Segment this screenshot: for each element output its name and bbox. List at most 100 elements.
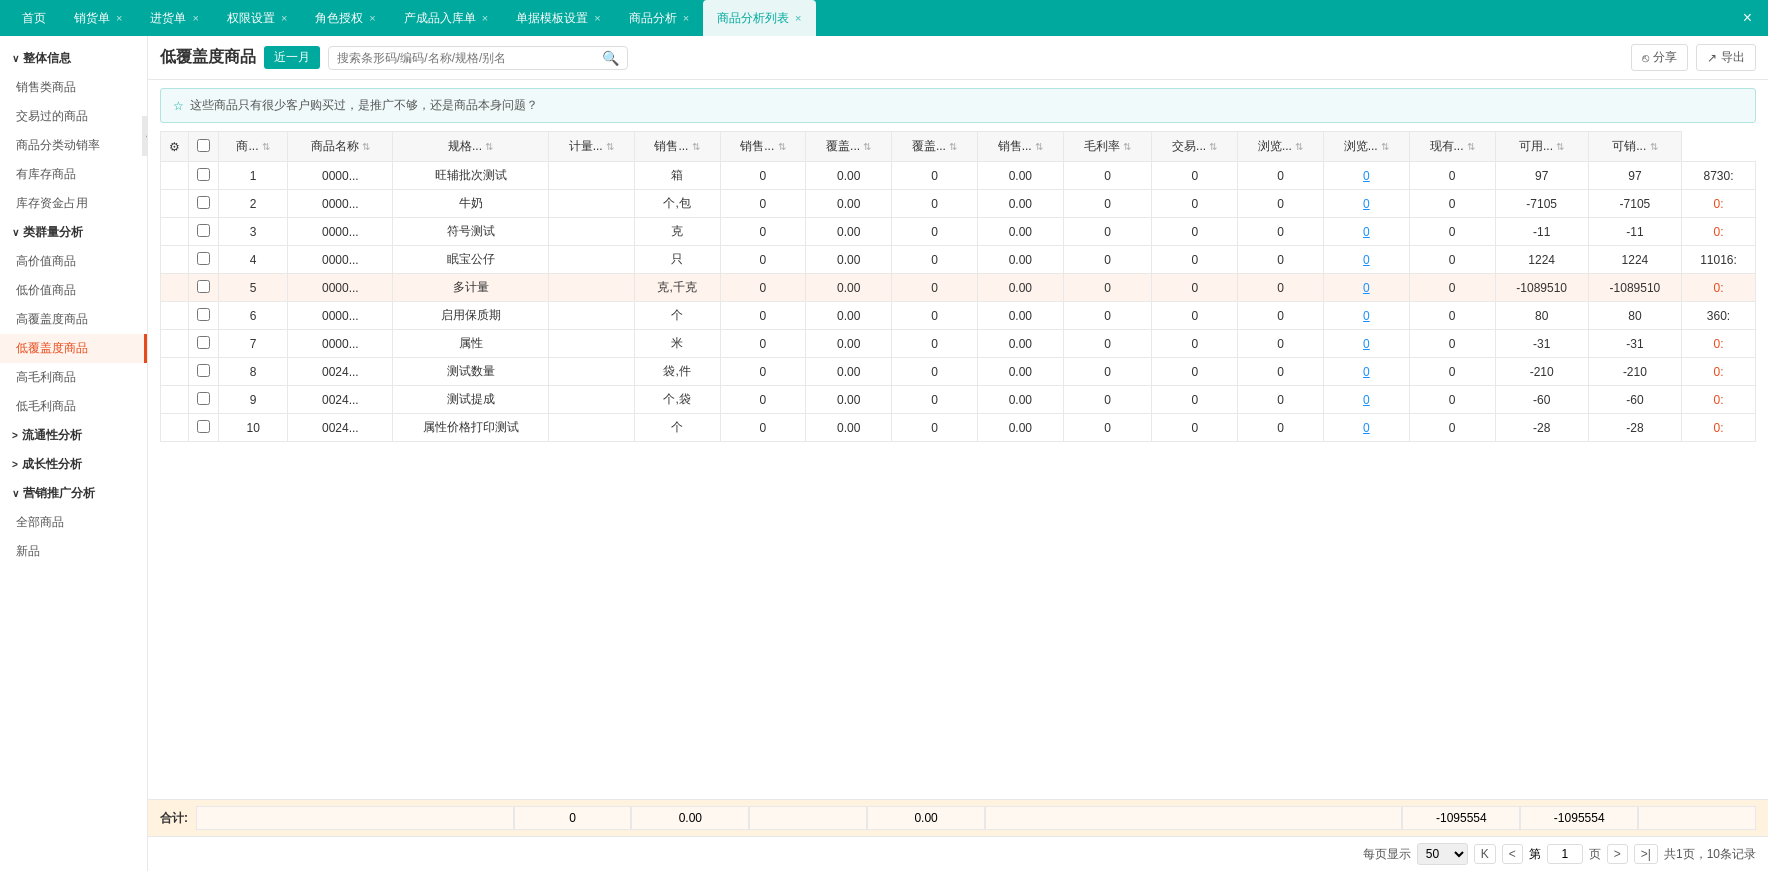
time-filter-button[interactable]: 近一月 xyxy=(264,46,320,69)
row-checkbox[interactable] xyxy=(197,392,210,405)
nav-sales[interactable]: 销货单 × xyxy=(60,0,136,36)
nav-product-inbound-close[interactable]: × xyxy=(482,12,488,24)
sidebar-toggle[interactable]: « xyxy=(142,116,148,156)
last-page-button[interactable]: >| xyxy=(1634,844,1658,864)
nav-product-analysis-list-close[interactable]: × xyxy=(795,12,801,24)
sidebar-item-low-coverage[interactable]: 低覆盖度商品 xyxy=(0,334,147,363)
col-cover2[interactable]: 覆盖... ⇅ xyxy=(892,132,978,162)
row-checkbox[interactable] xyxy=(197,252,210,265)
row-checkbox[interactable] xyxy=(197,336,210,349)
select-all-checkbox[interactable] xyxy=(197,139,210,152)
sidebar-item-stock-capital[interactable]: 库存资金占用 xyxy=(0,189,147,218)
table-row: 50000...多计量克,千克00.0000.0000000-1089510-1… xyxy=(161,274,1756,302)
col-browse2[interactable]: 浏览... ⇅ xyxy=(1323,132,1409,162)
sidebar-group-overall[interactable]: ∨ 整体信息 xyxy=(0,44,147,73)
nav-product-inbound[interactable]: 产成品入库单 × xyxy=(390,0,502,36)
totals-cells: 0 0.00 0.00 -1095554 -1095554 xyxy=(196,806,1756,830)
sidebar-item-all-products[interactable]: 全部商品 xyxy=(0,508,147,537)
collapse-icon-overall: ∨ xyxy=(12,53,19,64)
settings-header[interactable]: ⚙ xyxy=(161,132,189,162)
row-checkbox[interactable] xyxy=(197,280,210,293)
nav-role-auth-close[interactable]: × xyxy=(369,12,375,24)
col-unit[interactable]: 计量... ⇅ xyxy=(548,132,634,162)
search-icon[interactable]: 🔍 xyxy=(602,50,619,66)
search-input[interactable] xyxy=(337,51,602,65)
col-current-stock[interactable]: 现有... ⇅ xyxy=(1409,132,1495,162)
collapse-icon-circulation: > xyxy=(12,430,18,441)
nav-close-all[interactable]: × xyxy=(1735,9,1760,27)
table-row: 30000...符号测试克00.0000.0000000-11-110: xyxy=(161,218,1756,246)
row-checkbox[interactable] xyxy=(197,196,210,209)
col-spec[interactable]: 规格... ⇅ xyxy=(393,132,549,162)
nav-product-analysis-close[interactable]: × xyxy=(683,12,689,24)
col-gross-margin[interactable]: 毛利率 ⇅ xyxy=(1063,132,1152,162)
col-name[interactable]: 商品名称 ⇅ xyxy=(288,132,393,162)
row-checkbox[interactable] xyxy=(197,168,210,181)
next-page-button[interactable]: > xyxy=(1607,844,1628,864)
table-wrapper[interactable]: ⚙ 商... ⇅ 商品名称 ⇅ 规格... ⇅ 计量... ⇅ 销售... ⇅ … xyxy=(148,131,1768,799)
row-checkbox[interactable] xyxy=(197,224,210,237)
page-size-select[interactable]: 50 20 100 xyxy=(1417,843,1468,865)
row-checkbox[interactable] xyxy=(197,308,210,321)
totals-saleable xyxy=(1638,806,1756,830)
sidebar-item-low-margin[interactable]: 低毛利商品 xyxy=(0,392,147,421)
content-area: 低覆盖度商品 近一月 🔍 ⎋ 分享 ↗ 导出 ☆ 这些商品只有很少客户购买过，是… xyxy=(148,36,1768,871)
sidebar-group-marketing[interactable]: ∨ 营销推广分析 xyxy=(0,479,147,508)
first-page-button[interactable]: K xyxy=(1474,844,1496,864)
sidebar-item-low-value[interactable]: 低价值商品 xyxy=(0,276,147,305)
page-size-label: 每页显示 xyxy=(1363,846,1411,863)
totals-available-stock: -1095554 xyxy=(1520,806,1638,830)
page-label: 第 xyxy=(1529,846,1541,863)
col-cover1[interactable]: 覆盖... ⇅ xyxy=(806,132,892,162)
col-browse1[interactable]: 浏览... ⇅ xyxy=(1238,132,1324,162)
table-row: 60000...启用保质期个00.0000.00000008080360: xyxy=(161,302,1756,330)
row-checkbox[interactable] xyxy=(197,364,210,377)
checkbox-header[interactable] xyxy=(189,132,219,162)
col-sales3[interactable]: 销售... ⇅ xyxy=(977,132,1063,162)
sidebar-item-new-products[interactable]: 新品 xyxy=(0,537,147,566)
collapse-icon-marketing: ∨ xyxy=(12,488,19,499)
sidebar-item-in-stock[interactable]: 有库存商品 xyxy=(0,160,147,189)
nav-product-analysis-list[interactable]: 商品分析列表 × xyxy=(703,0,815,36)
sidebar-item-traded-products[interactable]: 交易过的商品 xyxy=(0,102,147,131)
row-checkbox[interactable] xyxy=(197,420,210,433)
totals-spacer1 xyxy=(196,806,514,830)
table-row: 90024...测试提成个,袋00.0000.0000000-60-600: xyxy=(161,386,1756,414)
nav-template-settings-close[interactable]: × xyxy=(594,12,600,24)
sidebar-item-sales-products[interactable]: 销售类商品 xyxy=(0,73,147,102)
sidebar-group-growth[interactable]: > 成长性分析 xyxy=(0,450,147,479)
prev-page-button[interactable]: < xyxy=(1502,844,1523,864)
sidebar-group-cluster[interactable]: ∨ 类群量分析 xyxy=(0,218,147,247)
nav-permissions-close[interactable]: × xyxy=(281,12,287,24)
share-button[interactable]: ⎋ 分享 xyxy=(1631,44,1688,71)
sidebar-item-high-value[interactable]: 高价值商品 xyxy=(0,247,147,276)
collapse-icon-cluster: ∨ xyxy=(12,227,19,238)
nav-product-analysis[interactable]: 商品分析 × xyxy=(615,0,703,36)
nav-permissions[interactable]: 权限设置 × xyxy=(213,0,301,36)
col-code[interactable]: 商... ⇅ xyxy=(219,132,288,162)
nav-purchase-close[interactable]: × xyxy=(192,12,198,24)
total-records-info: 共1页，10条记录 xyxy=(1664,846,1756,863)
col-saleable[interactable]: 可销... ⇅ xyxy=(1588,132,1681,162)
nav-sales-close[interactable]: × xyxy=(116,12,122,24)
sidebar-item-high-margin[interactable]: 高毛利商品 xyxy=(0,363,147,392)
nav-home[interactable]: 首页 xyxy=(8,0,60,36)
nav-template-settings[interactable]: 单据模板设置 × xyxy=(502,0,614,36)
export-icon: ↗ xyxy=(1707,51,1717,65)
col-available-stock[interactable]: 可用... ⇅ xyxy=(1495,132,1588,162)
pagination: 每页显示 50 20 100 K < 第 页 > >| 共1页，10条记录 xyxy=(148,836,1768,871)
export-button[interactable]: ↗ 导出 xyxy=(1696,44,1756,71)
totals-cover1 xyxy=(749,806,867,830)
totals-current-stock: -1095554 xyxy=(1402,806,1520,830)
col-trade[interactable]: 交易... ⇅ xyxy=(1152,132,1238,162)
sidebar-group-circulation[interactable]: > 流通性分析 xyxy=(0,421,147,450)
share-icon: ⎋ xyxy=(1642,51,1649,65)
totals-bar: 合计: 0 0.00 0.00 -1095554 -1095554 xyxy=(148,799,1768,836)
page-number-input[interactable] xyxy=(1547,844,1583,864)
sidebar-item-high-coverage[interactable]: 高覆盖度商品 xyxy=(0,305,147,334)
nav-purchase[interactable]: 进货单 × xyxy=(136,0,212,36)
sidebar-item-category-rate[interactable]: 商品分类动销率 xyxy=(0,131,147,160)
col-sales-amount[interactable]: 销售... ⇅ xyxy=(720,132,806,162)
col-sales-count[interactable]: 销售... ⇅ xyxy=(634,132,720,162)
nav-role-auth[interactable]: 角色授权 × xyxy=(301,0,389,36)
